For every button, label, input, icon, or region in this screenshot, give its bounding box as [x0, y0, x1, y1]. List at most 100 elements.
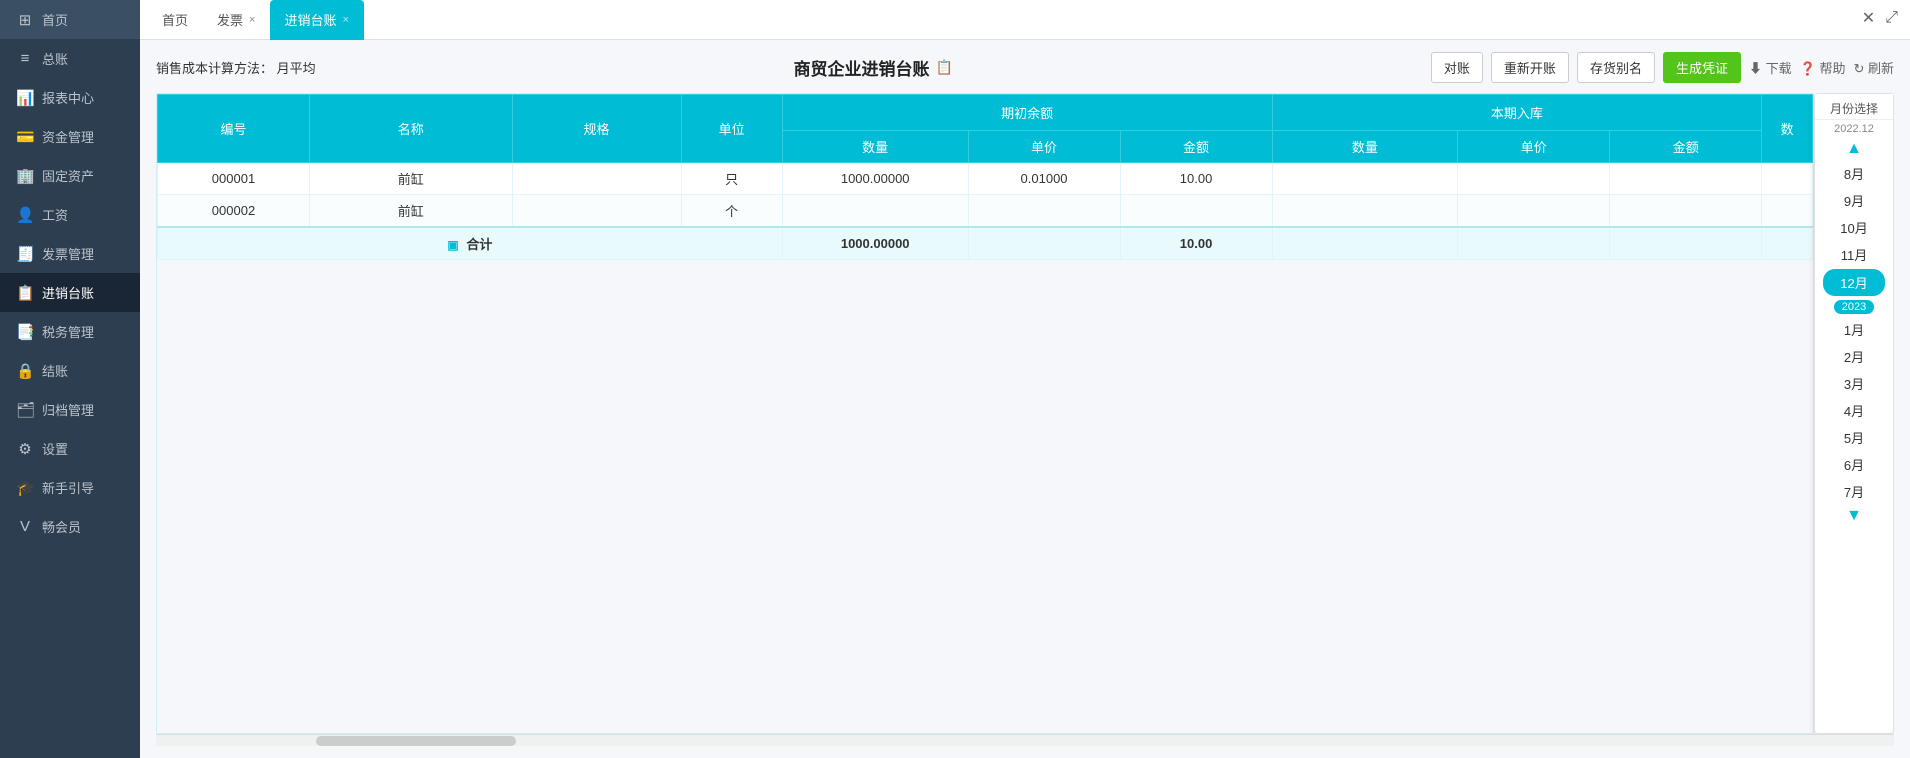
cell-opening-amount: 10.00: [1120, 163, 1272, 195]
table-wrapper[interactable]: 编号 名称 规格 单位 期初余额 本期入库 数 数量 单价 金额 数: [156, 93, 1814, 734]
tab-invoice[interactable]: 发票 ×: [203, 0, 270, 40]
cell-opening-qty: [782, 195, 968, 228]
bottom-scrollbar[interactable]: [156, 734, 1894, 746]
tabs-bar: 首页 发票 × 进销台账 ×: [140, 0, 1910, 40]
cell-in-qty: [1272, 163, 1458, 195]
month-item-4[interactable]: 4月: [1815, 397, 1893, 424]
col-more: 数: [1762, 95, 1813, 163]
top-bar: 销售成本计算方法： 月平均 商贸企业进销台账 📋 对账 重新开账 存货别名 生成…: [156, 52, 1894, 83]
reconcile-button[interactable]: 对账: [1431, 52, 1483, 83]
sidebar-item-funds[interactable]: 💳 资金管理: [0, 117, 140, 156]
cell-opening-price: [968, 195, 1120, 228]
sidebar-item-label: 总账: [42, 49, 68, 68]
download-icon: ⬇: [1749, 61, 1762, 76]
month-item-1[interactable]: 1月: [1815, 316, 1893, 343]
tab-home[interactable]: 首页: [148, 0, 203, 40]
page-title-text: 商贸企业进销台账: [794, 55, 930, 80]
sidebar-item-guide[interactable]: 🎓 新手引导: [0, 468, 140, 507]
cell-more: [1762, 195, 1813, 228]
sidebar-item-label: 资金管理: [42, 127, 94, 146]
reopen-button[interactable]: 重新开账: [1491, 52, 1569, 83]
month-item-5[interactable]: 5月: [1815, 424, 1893, 451]
cell-in-price: [1458, 163, 1610, 195]
window-controls: ✕ ⤢: [1862, 8, 1898, 28]
tab-invoice-close[interactable]: ×: [249, 14, 255, 26]
funds-icon: 💳: [16, 128, 34, 146]
month-item-11[interactable]: 11月: [1815, 241, 1893, 268]
sidebar-item-label: 税务管理: [42, 322, 94, 341]
refresh-button[interactable]: ↻ 刷新: [1853, 58, 1894, 77]
sidebar: ⊞ 首页 ≡ 总账 📊 报表中心 💳 资金管理 🏢 固定资产 👤 工资 🧾 发票…: [0, 0, 140, 758]
cell-spec: [512, 163, 681, 195]
sidebar-item-label: 进销台账: [42, 283, 94, 302]
month-item-8[interactable]: 8月: [1815, 160, 1893, 187]
month-item-7[interactable]: 7月: [1815, 478, 1893, 505]
sidebar-item-purchase-sales[interactable]: 📋 进销台账: [0, 273, 140, 312]
tab-invoice-label: 发票: [217, 10, 243, 29]
col-opening-balance: 期初余额: [782, 95, 1272, 131]
sidebar-item-settings[interactable]: ⚙ 设置: [0, 429, 140, 468]
cost-method-value: 月平均: [277, 61, 316, 76]
tab-purchase-sales[interactable]: 进销台账 ×: [270, 0, 363, 40]
sidebar-item-label: 设置: [42, 439, 68, 458]
sidebar-item-label: 新手引导: [42, 478, 94, 497]
total-in-amount: [1610, 227, 1762, 260]
col-opening-amount: 金额: [1120, 131, 1272, 163]
col-name: 名称: [309, 95, 512, 163]
sidebar-item-closing[interactable]: 🔒 结账: [0, 351, 140, 390]
cost-method-label: 销售成本计算方法：: [156, 61, 273, 76]
cell-in-amount: [1610, 163, 1762, 195]
save-alias-button[interactable]: 存货别名: [1577, 52, 1655, 83]
month-item-6[interactable]: 6月: [1815, 451, 1893, 478]
archive-icon: 🗂: [16, 401, 34, 419]
generate-voucher-button[interactable]: 生成凭证: [1663, 52, 1741, 83]
closing-icon: 🔒: [16, 362, 34, 380]
col-unit: 单位: [681, 95, 782, 163]
month-item-3[interactable]: 3月: [1815, 370, 1893, 397]
sidebar-item-label: 报表中心: [42, 88, 94, 107]
cell-in-price: [1458, 195, 1610, 228]
reports-icon: 📊: [16, 89, 34, 107]
cell-name: 前缸: [309, 163, 512, 195]
scroll-down-button[interactable]: ▼: [1815, 505, 1893, 527]
sidebar-item-payroll[interactable]: 👤 工资: [0, 195, 140, 234]
sidebar-item-vip[interactable]: V 畅会员: [0, 507, 140, 546]
sidebar-item-tax[interactable]: 📑 税务管理: [0, 312, 140, 351]
month-item-2[interactable]: 2月: [1815, 343, 1893, 370]
cell-unit: 只: [681, 163, 782, 195]
month-item-10[interactable]: 10月: [1815, 214, 1893, 241]
sidebar-item-reports[interactable]: 📊 报表中心: [0, 78, 140, 117]
col-current-in: 本期入库: [1272, 95, 1762, 131]
sidebar-item-general-ledger[interactable]: ≡ 总账: [0, 39, 140, 78]
help-label: 帮助: [1819, 61, 1845, 76]
tab-purchase-sales-label: 进销台账: [284, 10, 336, 29]
col-spec: 规格: [512, 95, 681, 163]
assets-icon: 🏢: [16, 167, 34, 185]
sidebar-item-assets[interactable]: 🏢 固定资产: [0, 156, 140, 195]
maximize-button[interactable]: ⤢: [1885, 8, 1898, 28]
total-opening-amount: 10.00: [1120, 227, 1272, 260]
total-opening-qty: 1000.00000: [782, 227, 968, 260]
sidebar-item-archive[interactable]: 🗂 归档管理: [0, 390, 140, 429]
content-area: 销售成本计算方法： 月平均 商贸企业进销台账 📋 对账 重新开账 存货别名 生成…: [140, 40, 1910, 758]
scroll-thumb[interactable]: [316, 736, 516, 746]
close-button[interactable]: ✕: [1862, 8, 1875, 28]
guide-icon: 🎓: [16, 479, 34, 497]
sidebar-item-home[interactable]: ⊞ 首页: [0, 0, 140, 39]
cell-name: 前缸: [309, 195, 512, 228]
sidebar-item-invoice-mgmt[interactable]: 🧾 发票管理: [0, 234, 140, 273]
sidebar-item-label: 归档管理: [42, 400, 94, 419]
tab-purchase-sales-close[interactable]: ×: [342, 14, 348, 26]
total-icon: ▣: [447, 238, 458, 252]
col-in-amount: 金额: [1610, 131, 1762, 163]
total-more: [1762, 227, 1813, 260]
help-button[interactable]: ❓ 帮助: [1800, 58, 1846, 77]
scroll-up-button[interactable]: ▲: [1815, 138, 1893, 160]
edit-icon[interactable]: 📋: [936, 59, 953, 76]
sidebar-item-label: 结账: [42, 361, 68, 380]
month-item-12[interactable]: 12月: [1823, 269, 1885, 296]
col-opening-qty: 数量: [782, 131, 968, 163]
download-button[interactable]: ⬇ 下载: [1749, 58, 1792, 77]
month-item-9[interactable]: 9月: [1815, 187, 1893, 214]
refresh-label: 刷新: [1868, 61, 1894, 76]
